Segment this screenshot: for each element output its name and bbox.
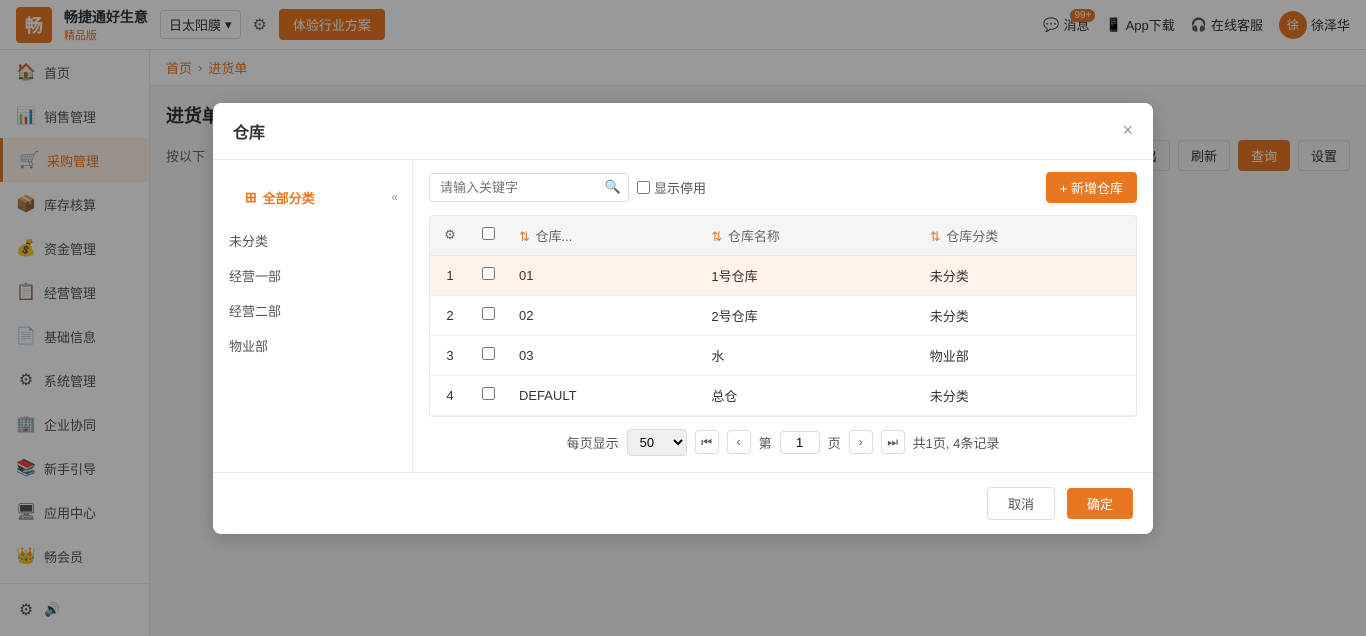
select-all-checkbox[interactable] (482, 227, 495, 240)
row-check[interactable] (470, 335, 507, 375)
row-check[interactable] (470, 255, 507, 295)
row-name: 2号仓库 (699, 295, 917, 335)
warehouse-table: ⚙ ⇅ 仓库... ⇅ 仓库名称 (429, 215, 1137, 417)
modal-close-button[interactable]: × (1122, 120, 1133, 141)
th-code[interactable]: ⇅ 仓库... (507, 216, 699, 256)
grid-icon: ⊞ (245, 189, 257, 206)
modal-toolbar: 🔍 显示停用 + 新增仓库 (429, 172, 1137, 203)
cancel-button[interactable]: 取消 (987, 487, 1055, 520)
table-row[interactable]: 2 02 2号仓库 未分类 (430, 295, 1136, 335)
row-category: 未分类 (918, 375, 1136, 415)
row-num: 1 (430, 255, 470, 295)
row-code: 02 (507, 295, 699, 335)
tree-item-uncategorized[interactable]: 未分类 (213, 223, 412, 258)
table-row[interactable]: 4 DEFAULT 总仓 未分类 (430, 375, 1136, 415)
page-label: 第 (759, 433, 772, 452)
th-category[interactable]: ⇅ 仓库分类 (918, 216, 1136, 256)
page-next-button[interactable]: › (849, 430, 873, 454)
tree-item-property[interactable]: 物业部 (213, 328, 412, 363)
pagination: 每页显示 50 100 200 ⏮ ‹ 第 页 › ⏭ 共1页, 4条记录 (429, 417, 1137, 460)
row-check[interactable] (470, 295, 507, 335)
row-num: 3 (430, 335, 470, 375)
page-suffix: 页 (828, 433, 841, 452)
show-disabled-checkbox[interactable]: 显示停用 (637, 178, 706, 197)
confirm-button[interactable]: 确定 (1067, 488, 1133, 519)
row-check[interactable] (470, 375, 507, 415)
sort-icon-code: ⇅ (519, 229, 530, 244)
modal-tree: ⊞ 全部分类 « 未分类 经营一部 经营二部 物业部 (213, 160, 413, 472)
tree-item-ops2[interactable]: 经营二部 (213, 293, 412, 328)
th-checkbox (470, 216, 507, 256)
page-last-button[interactable]: ⏭ (881, 430, 905, 454)
tree-collapse-button[interactable]: « (385, 186, 404, 208)
table-header: ⚙ ⇅ 仓库... ⇅ 仓库名称 (430, 216, 1136, 256)
row-name: 1号仓库 (699, 255, 917, 295)
row-category: 物业部 (918, 335, 1136, 375)
row-category: 未分类 (918, 255, 1136, 295)
row-num: 4 (430, 375, 470, 415)
per-page-label: 每页显示 (567, 433, 619, 452)
page-input[interactable] (780, 431, 820, 454)
tree-header: ⊞ 全部分类 « (213, 172, 412, 223)
tree-item-ops1[interactable]: 经营一部 (213, 258, 412, 293)
disabled-checkbox[interactable] (637, 181, 650, 194)
search-wrap: 🔍 (429, 173, 629, 202)
per-page-select[interactable]: 50 100 200 (627, 429, 687, 456)
search-input[interactable] (429, 173, 629, 202)
table-row[interactable]: 1 01 1号仓库 未分类 (430, 255, 1136, 295)
row-name: 总仓 (699, 375, 917, 415)
th-name[interactable]: ⇅ 仓库名称 (699, 216, 917, 256)
page-total: 共1页, 4条记录 (913, 433, 1000, 452)
sort-icon-name: ⇅ (711, 229, 722, 244)
tree-all-category[interactable]: ⊞ 全部分类 (229, 180, 331, 215)
table: ⚙ ⇅ 仓库... ⇅ 仓库名称 (430, 216, 1136, 416)
row-code: 01 (507, 255, 699, 295)
modal-header: 仓库 × (213, 103, 1153, 160)
th-gear[interactable]: ⚙ (430, 216, 470, 256)
search-icon[interactable]: 🔍 (605, 179, 621, 195)
modal-title: 仓库 (233, 119, 265, 143)
add-warehouse-button[interactable]: + 新增仓库 (1046, 172, 1137, 203)
table-row[interactable]: 3 03 水 物业部 (430, 335, 1136, 375)
row-category: 未分类 (918, 295, 1136, 335)
warehouse-modal: 仓库 × ⊞ 全部分类 « 未分类 经营一部 (213, 103, 1153, 534)
row-num: 2 (430, 295, 470, 335)
page-prev-button[interactable]: ‹ (727, 430, 751, 454)
modal-footer: 取消 确定 (213, 472, 1153, 534)
page-first-button[interactable]: ⏮ (695, 430, 719, 454)
row-name: 水 (699, 335, 917, 375)
sort-icon-category: ⇅ (930, 229, 941, 244)
modal-body: ⊞ 全部分类 « 未分类 经营一部 经营二部 物业部 (213, 160, 1153, 472)
row-code: DEFAULT (507, 375, 699, 415)
row-code: 03 (507, 335, 699, 375)
modal-right: 🔍 显示停用 + 新增仓库 ⚙ (413, 160, 1153, 472)
table-body: 1 01 1号仓库 未分类 2 02 2号仓库 (430, 255, 1136, 415)
modal-overlay: 仓库 × ⊞ 全部分类 « 未分类 经营一部 (0, 0, 1366, 636)
